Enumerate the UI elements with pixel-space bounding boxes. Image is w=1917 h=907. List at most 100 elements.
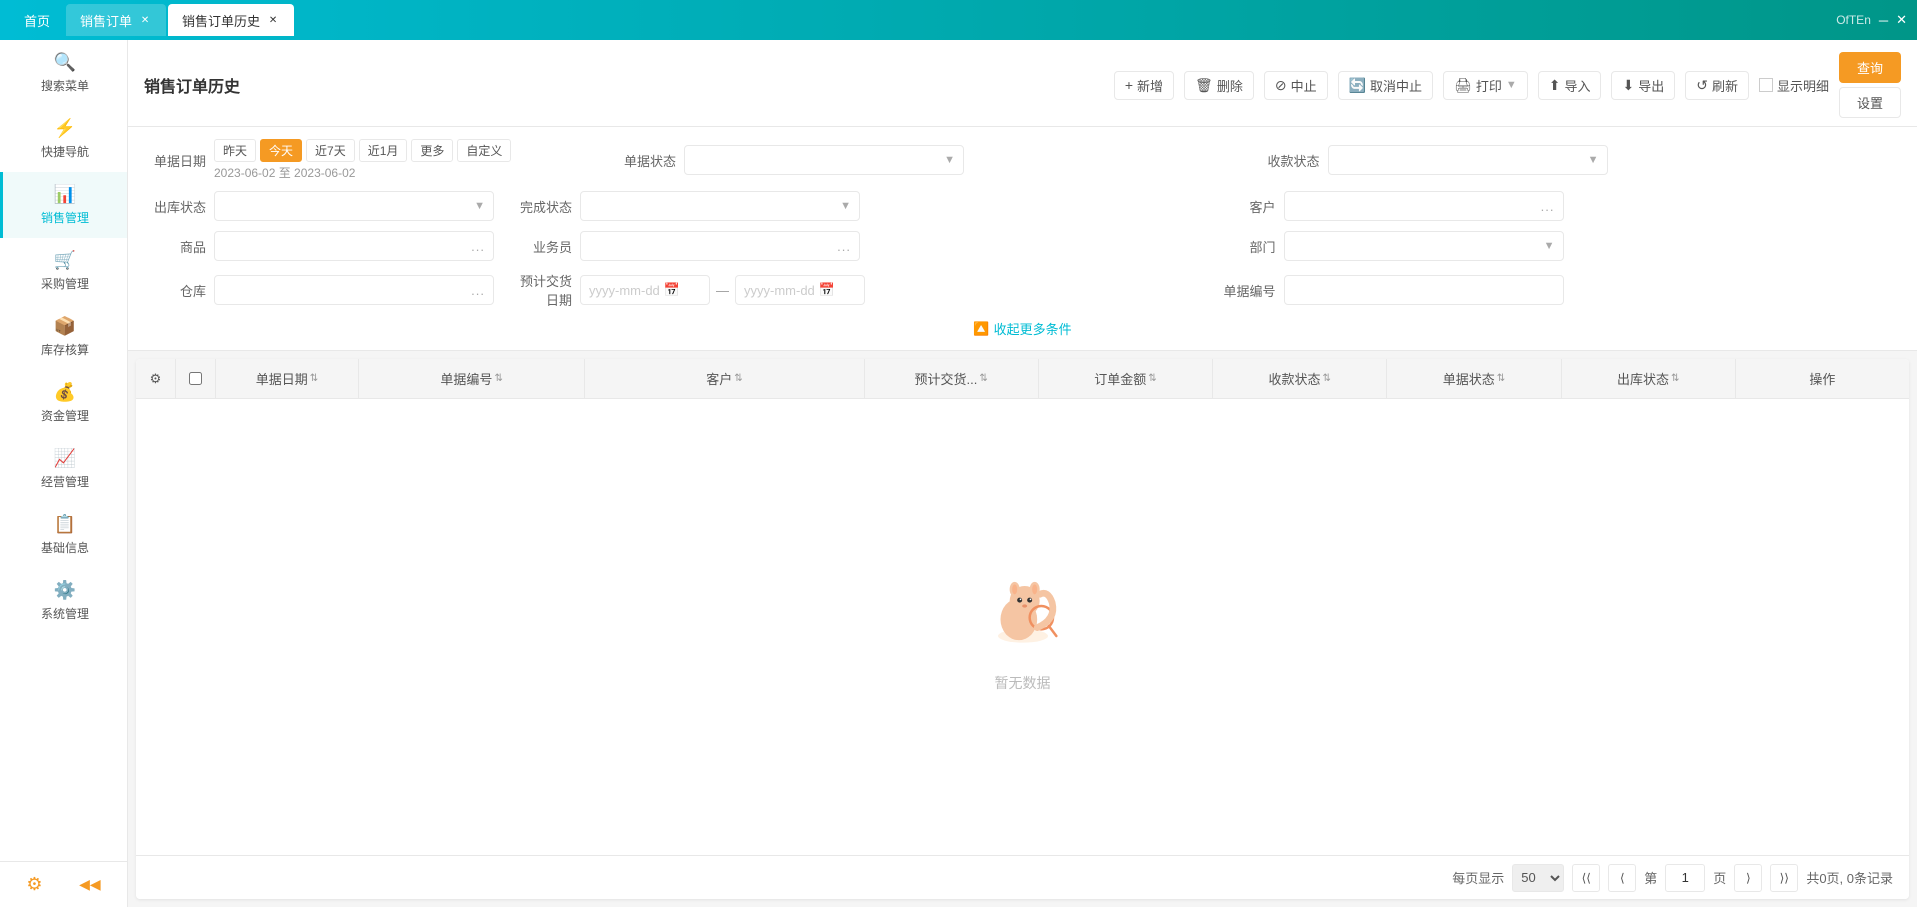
order-status-select[interactable]: ▼ [684, 145, 964, 175]
sidebar-item-operations[interactable]: 📈 经营管理 [0, 436, 127, 502]
expected-delivery-from[interactable]: yyyy-mm-dd 📅 [580, 275, 710, 305]
salesman-input[interactable]: ... [580, 231, 860, 261]
settings-bottom-icon[interactable]: ⚙ [26, 874, 42, 895]
import-button[interactable]: ⬆ 导入 [1538, 71, 1602, 100]
customer-input[interactable]: ... [1284, 191, 1564, 221]
product-input[interactable]: ... [214, 231, 494, 261]
date-btn-yesterday[interactable]: 昨天 [214, 139, 256, 162]
tab-sales-order-label: 销售订单 [80, 11, 132, 30]
th-order-no[interactable]: 单据编号 ⇅ [359, 359, 586, 398]
th-customer[interactable]: 客户 ⇅ [585, 359, 864, 398]
th-operation: 操作 [1736, 359, 1909, 398]
page-number-input[interactable] [1665, 864, 1705, 892]
table-header: ⚙ 单据日期 ⇅ 单据编号 ⇅ 客户 ⇅ 预计交货... [136, 359, 1909, 399]
th-delivery-status[interactable]: 出库状态 ⇅ [1562, 359, 1736, 398]
date-btn-custom[interactable]: 自定义 [457, 139, 511, 162]
collapse-icon: 🔼 [973, 321, 989, 337]
sidebar-item-inventory[interactable]: 📦 库存核算 [0, 304, 127, 370]
collapse-bottom-icon[interactable]: ◀◀ [79, 876, 101, 893]
tab-sales-order[interactable]: 销售订单 ✕ [66, 4, 166, 36]
query-button[interactable]: 查询 [1839, 52, 1901, 83]
basic-info-icon: 📋 [54, 514, 76, 535]
warehouse-input[interactable]: ... [214, 275, 494, 305]
th-operation-label: 操作 [1809, 369, 1835, 388]
collapse-text: 收起更多条件 [994, 319, 1072, 338]
sidebar-item-sales-mgmt[interactable]: 📊 销售管理 [0, 172, 127, 238]
page-word-2: 页 [1713, 868, 1726, 887]
date-btn-today[interactable]: 今天 [260, 139, 302, 162]
export-icon: ⬇ [1622, 77, 1634, 94]
sidebar-item-purchase-mgmt-label: 采购管理 [41, 275, 89, 292]
th-settings[interactable]: ⚙ [136, 359, 176, 398]
date-btn-1month[interactable]: 近1月 [359, 139, 408, 162]
th-amount[interactable]: 订单金额 ⇅ [1039, 359, 1213, 398]
sidebar-item-system[interactable]: ⚙️ 系统管理 [0, 568, 127, 634]
sidebar-item-quick-nav-label: 快捷导航 [41, 143, 89, 160]
order-no-input[interactable] [1284, 275, 1564, 305]
tab-sales-order-close[interactable]: ✕ [138, 13, 152, 27]
print-label: 打印 [1476, 76, 1502, 95]
receipt-status-chevron: ▼ [1588, 154, 1599, 166]
completion-status-label: 完成状态 [510, 197, 580, 216]
delete-button[interactable]: 🗑 删除 [1184, 71, 1254, 100]
th-order-status[interactable]: 单据状态 ⇅ [1387, 359, 1561, 398]
next-page-btn[interactable]: ⟩ [1734, 864, 1762, 892]
close-btn[interactable]: ✕ [1896, 12, 1907, 28]
print-button[interactable]: 🖨 打印 ▼ [1443, 71, 1528, 100]
expected-delivery-to[interactable]: yyyy-mm-dd 📅 [735, 275, 865, 305]
minimize-btn[interactable]: ─ [1879, 13, 1888, 28]
setting-button[interactable]: 设置 [1839, 87, 1901, 118]
sidebar-item-capital[interactable]: 💰 资金管理 [0, 370, 127, 436]
prev-page-btn[interactable]: ⟨ [1608, 864, 1636, 892]
sidebar-item-basic-info[interactable]: 📋 基础信息 [0, 502, 127, 568]
new-button[interactable]: + 新增 [1114, 71, 1174, 100]
quick-nav-icon: ⚡ [54, 118, 76, 139]
collapse-more[interactable]: 🔼 收起更多条件 [144, 319, 1901, 338]
export-button[interactable]: ⬇ 导出 [1611, 71, 1675, 100]
th-delivery[interactable]: 预计交货... ⇅ [865, 359, 1039, 398]
system-icon: ⚙️ [54, 580, 76, 601]
purchase-mgmt-icon: 🛒 [54, 250, 76, 271]
th-receipt-sort-icon: ⇅ [1322, 373, 1330, 384]
sidebar-item-search-menu[interactable]: 🔍 搜索菜单 [0, 40, 127, 106]
refresh-label: 刷新 [1712, 76, 1738, 95]
th-date[interactable]: 单据日期 ⇅ [216, 359, 359, 398]
th-amount-sort-icon: ⇅ [1148, 373, 1156, 384]
completion-status-select[interactable]: ▼ [580, 191, 860, 221]
th-delivery-status-label: 出库状态 [1617, 369, 1669, 388]
tab-home[interactable]: 首页 [10, 4, 64, 36]
sidebar-item-purchase-mgmt[interactable]: 🛒 采购管理 [0, 238, 127, 304]
sidebar-item-quick-nav[interactable]: ⚡ 快捷导航 [0, 106, 127, 172]
filter-row-3: 商品 ... 业务员 ... 部门 ▼ [144, 231, 1901, 261]
export-label: 导出 [1638, 76, 1664, 95]
filter-row-4: 仓库 ... 预计交货日期 yyyy-mm-dd 📅 — yyyy-mm-dd … [144, 271, 1901, 309]
date-btn-more[interactable]: 更多 [411, 139, 453, 162]
th-checkbox[interactable] [176, 359, 216, 398]
operations-icon: 📈 [54, 448, 76, 469]
date-btn-7days[interactable]: 近7天 [306, 139, 355, 162]
date-dash: — [716, 283, 729, 298]
page-size-select[interactable]: 50 10 20 100 [1512, 864, 1564, 892]
expected-delivery-label: 预计交货日期 [510, 271, 580, 309]
tab-sales-order-history[interactable]: 销售订单历史 ✕ [168, 4, 294, 36]
th-receipt-status[interactable]: 收款状态 ⇅ [1213, 359, 1387, 398]
delivery-status-select[interactable]: ▼ [214, 191, 494, 221]
date-label: 单据日期 [144, 151, 214, 170]
receipt-status-select[interactable]: ▼ [1328, 145, 1608, 175]
cancel-stop-button[interactable]: 🔄 取消中止 [1338, 71, 1433, 100]
select-all-checkbox[interactable] [189, 372, 202, 385]
first-page-btn[interactable]: ⟨⟨ [1572, 864, 1600, 892]
tab-sales-order-history-close[interactable]: ✕ [266, 13, 280, 27]
refresh-button[interactable]: ↺ 刷新 [1685, 71, 1749, 100]
last-page-btn[interactable]: ⟩⟩ [1770, 864, 1798, 892]
display-detail-checkbox[interactable] [1759, 78, 1773, 92]
sidebar-item-sales-mgmt-label: 销售管理 [41, 209, 89, 226]
product-dots-icon: ... [471, 239, 485, 254]
total-info: 共0页, 0条记录 [1806, 868, 1893, 887]
date-quick-buttons: 昨天 今天 近7天 近1月 更多 自定义 [214, 139, 614, 162]
brand-text: OfTEn [1836, 13, 1871, 27]
stop-button[interactable]: ⊘ 中止 [1264, 71, 1328, 100]
display-detail-toggle[interactable]: 显示明细 [1759, 76, 1829, 95]
page-title: 销售订单历史 [144, 73, 240, 97]
department-select[interactable]: ▼ [1284, 231, 1564, 261]
